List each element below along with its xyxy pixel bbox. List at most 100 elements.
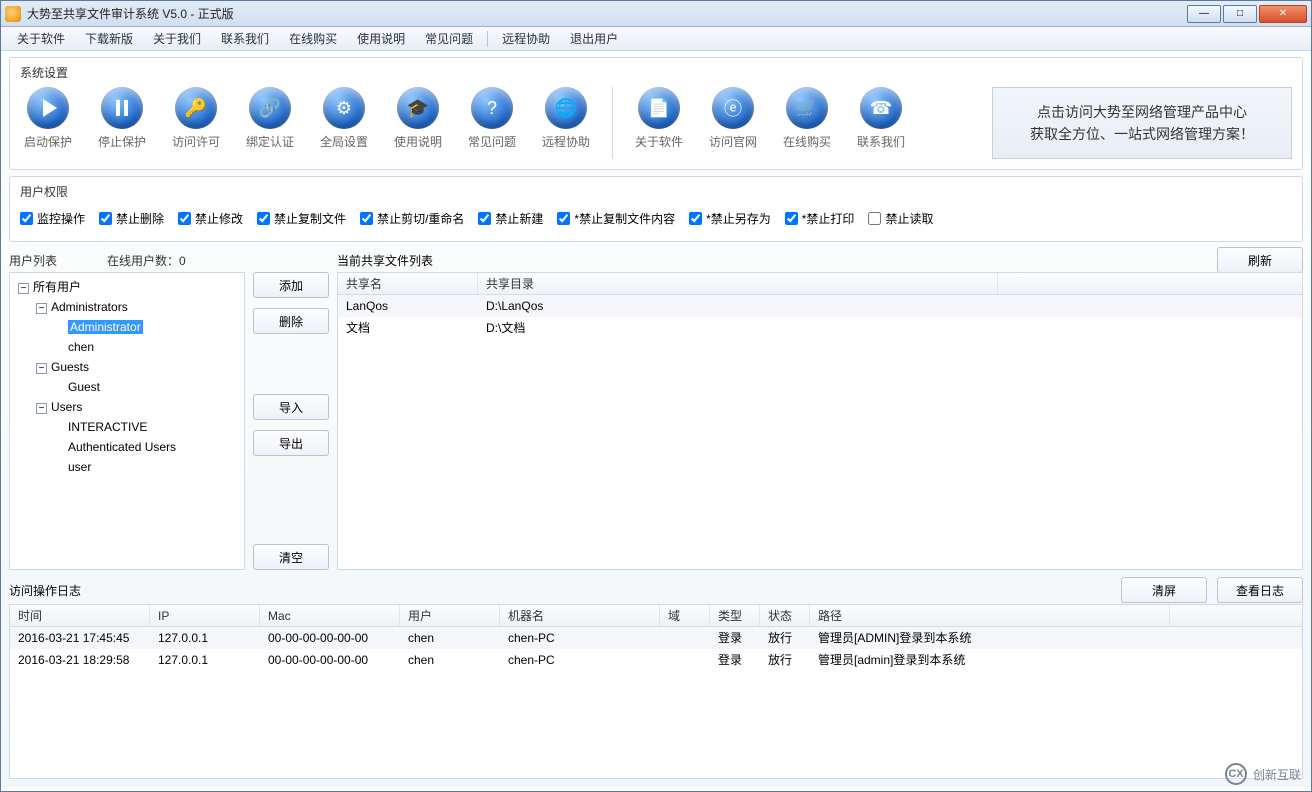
perm-label: 禁止复制文件 — [274, 210, 346, 227]
log-row[interactable]: 2016-03-21 18:29:58127.0.0.100-00-00-00-… — [10, 649, 1302, 671]
share-table[interactable]: 共享名共享目录 LanQosD:\LanQos文档D:\文档 — [337, 272, 1303, 570]
share-col-header[interactable]: 共享目录 — [478, 273, 998, 294]
middle-row: 用户列表 在线用户数：0 −所有用户−AdministratorsAdminis… — [9, 248, 1303, 570]
tree-toggle-icon[interactable]: − — [36, 403, 47, 414]
checkbox[interactable] — [557, 212, 570, 225]
tree-group[interactable]: Administrators — [51, 300, 128, 314]
perm-checkbox[interactable]: 禁止剪切/重命名 — [360, 210, 464, 227]
toolbar-button-key[interactable]: 🔑访问许可 — [168, 87, 224, 150]
clear-button[interactable]: 清空 — [253, 544, 329, 570]
log-table[interactable]: 时间IPMac用户机器名域类型状态路径 2016-03-21 17:45:451… — [9, 604, 1303, 779]
import-button[interactable]: 导入 — [253, 394, 329, 420]
menu-item[interactable]: 远程协助 — [492, 27, 560, 50]
log-col-header[interactable]: Mac — [260, 605, 400, 626]
share-col-header[interactable]: 共享名 — [338, 273, 478, 294]
menu-item[interactable]: 退出用户 — [560, 27, 628, 50]
toolbar-button-pause[interactable]: 停止保护 — [94, 87, 150, 150]
log-col-header[interactable]: 域 — [660, 605, 710, 626]
toolbar-button-cart[interactable]: 🛒在线购买 — [779, 87, 835, 150]
toolbar-panel: 系统设置 启动保护停止保护🔑访问许可🔗绑定认证⚙全局设置🎓使用说明?常见问题🌐远… — [9, 57, 1303, 170]
log-cell: 2016-03-21 17:45:45 — [10, 627, 150, 649]
add-button[interactable]: 添加 — [253, 272, 329, 298]
toolbar-button-doc[interactable]: 📄关于软件 — [631, 87, 687, 150]
toolbar-group-main: 启动保护停止保护 🔑访问许可 🔗绑定认证 ⚙全局设置 🎓使用说明 ?常见问题 🌐远程协助 — [20, 87, 594, 150]
toolbar-button-play[interactable]: 启动保护 — [20, 87, 76, 150]
toolbar-button-help[interactable]: ?常见问题 — [464, 87, 520, 150]
menu-item[interactable]: 联系我们 — [211, 27, 279, 50]
log-cell: chen-PC — [500, 627, 660, 649]
maximize-button[interactable]: □ — [1223, 5, 1257, 23]
tree-user[interactable]: Authenticated Users — [68, 440, 176, 454]
log-row[interactable]: 2016-03-21 17:45:45127.0.0.100-00-00-00-… — [10, 627, 1302, 649]
log-col-header[interactable]: IP — [150, 605, 260, 626]
title-bar: 大势至共享文件审计系统 V5.0 - 正式版 — □ ✕ — [1, 1, 1311, 27]
log-cell: 放行 — [760, 627, 810, 649]
toolbar-button-grad[interactable]: 🎓使用说明 — [390, 87, 446, 150]
close-button[interactable]: ✕ — [1259, 5, 1307, 23]
menu-item[interactable]: 关于我们 — [143, 27, 211, 50]
checkbox[interactable] — [785, 212, 798, 225]
clear-log-button[interactable]: 清屏 — [1121, 577, 1207, 603]
perm-checkbox[interactable]: 禁止修改 — [178, 210, 243, 227]
permissions-row: 监控操作禁止删除禁止修改 禁止复制文件禁止剪切/重命名禁止新建 *禁止复制文件内容 *… — [20, 206, 1292, 231]
checkbox[interactable] — [99, 212, 112, 225]
toolbar-button-phone[interactable]: ☎联系我们 — [853, 87, 909, 150]
toolbar-button-link[interactable]: 🔗绑定认证 — [242, 87, 298, 150]
permissions-panel: 用户权限 监控操作禁止删除禁止修改禁止复制文件禁止剪切/重命名禁止新建*禁止复制… — [9, 176, 1303, 242]
checkbox[interactable] — [868, 212, 881, 225]
checkbox[interactable] — [689, 212, 702, 225]
share-row[interactable]: 文档D:\文档 — [338, 317, 1302, 339]
share-row[interactable]: LanQosD:\LanQos — [338, 295, 1302, 317]
doc-icon: 📄 — [638, 87, 680, 129]
tree-toggle-icon[interactable]: − — [18, 283, 29, 294]
minimize-button[interactable]: — — [1187, 5, 1221, 23]
checkbox[interactable] — [178, 212, 191, 225]
log-col-header[interactable]: 机器名 — [500, 605, 660, 626]
log-cell: 127.0.0.1 — [150, 627, 260, 649]
menu-item[interactable]: 关于软件 — [7, 27, 75, 50]
log-col-header[interactable]: 类型 — [710, 605, 760, 626]
log-col-header[interactable]: 时间 — [10, 605, 150, 626]
menu-item[interactable]: 在线购买 — [279, 27, 347, 50]
menu-item[interactable]: 使用说明 — [347, 27, 415, 50]
menu-item[interactable]: 下载新版 — [75, 27, 143, 50]
toolbar-divider — [612, 87, 613, 159]
perm-checkbox[interactable]: 监控操作 — [20, 210, 85, 227]
checkbox[interactable] — [20, 212, 33, 225]
view-log-button[interactable]: 查看日志 — [1217, 577, 1303, 603]
toolbar-button-ie[interactable]: ⓔ访问官网 — [705, 87, 761, 150]
user-tree[interactable]: −所有用户−AdministratorsAdministratorchen−Gu… — [9, 272, 245, 570]
tree-user[interactable]: Guest — [68, 380, 100, 394]
toolbar-button-gear[interactable]: ⚙全局设置 — [316, 87, 372, 150]
menu-item[interactable]: 常见问题 — [415, 27, 483, 50]
delete-button[interactable]: 删除 — [253, 308, 329, 334]
log-col-header[interactable]: 路径 — [810, 605, 1170, 626]
perm-checkbox[interactable]: 禁止复制文件 — [257, 210, 346, 227]
perm-checkbox[interactable]: 禁止删除 — [99, 210, 164, 227]
checkbox[interactable] — [360, 212, 373, 225]
perm-checkbox[interactable]: 禁止新建 — [478, 210, 543, 227]
tree-root[interactable]: 所有用户 — [33, 280, 81, 294]
export-button[interactable]: 导出 — [253, 430, 329, 456]
tree-group[interactable]: Users — [51, 400, 82, 414]
perm-checkbox[interactable]: 禁止读取 — [868, 210, 933, 227]
perm-checkbox[interactable]: *禁止打印 — [785, 210, 855, 227]
checkbox[interactable] — [257, 212, 270, 225]
log-col-header[interactable]: 状态 — [760, 605, 810, 626]
tree-user[interactable]: INTERACTIVE — [68, 420, 147, 434]
tree-toggle-icon[interactable]: − — [36, 303, 47, 314]
log-col-header[interactable]: 用户 — [400, 605, 500, 626]
promo-banner[interactable]: 点击访问大势至网络管理产品中心 获取全方位、一站式网络管理方案！ — [992, 87, 1292, 159]
checkbox[interactable] — [478, 212, 491, 225]
user-buttons: 添加 删除 导入 导出 清空 — [253, 248, 329, 570]
tree-user[interactable]: chen — [68, 340, 94, 354]
toolbar-button-globe[interactable]: 🌐远程协助 — [538, 87, 594, 150]
tree-user[interactable]: Administrator — [68, 320, 143, 334]
perm-checkbox[interactable]: *禁止复制文件内容 — [557, 210, 675, 227]
refresh-button[interactable]: 刷新 — [1217, 247, 1303, 273]
tree-user[interactable]: user — [68, 460, 91, 474]
log-cell: 放行 — [760, 649, 810, 671]
tree-toggle-icon[interactable]: − — [36, 363, 47, 374]
tree-group[interactable]: Guests — [51, 360, 89, 374]
perm-checkbox[interactable]: *禁止另存为 — [689, 210, 771, 227]
